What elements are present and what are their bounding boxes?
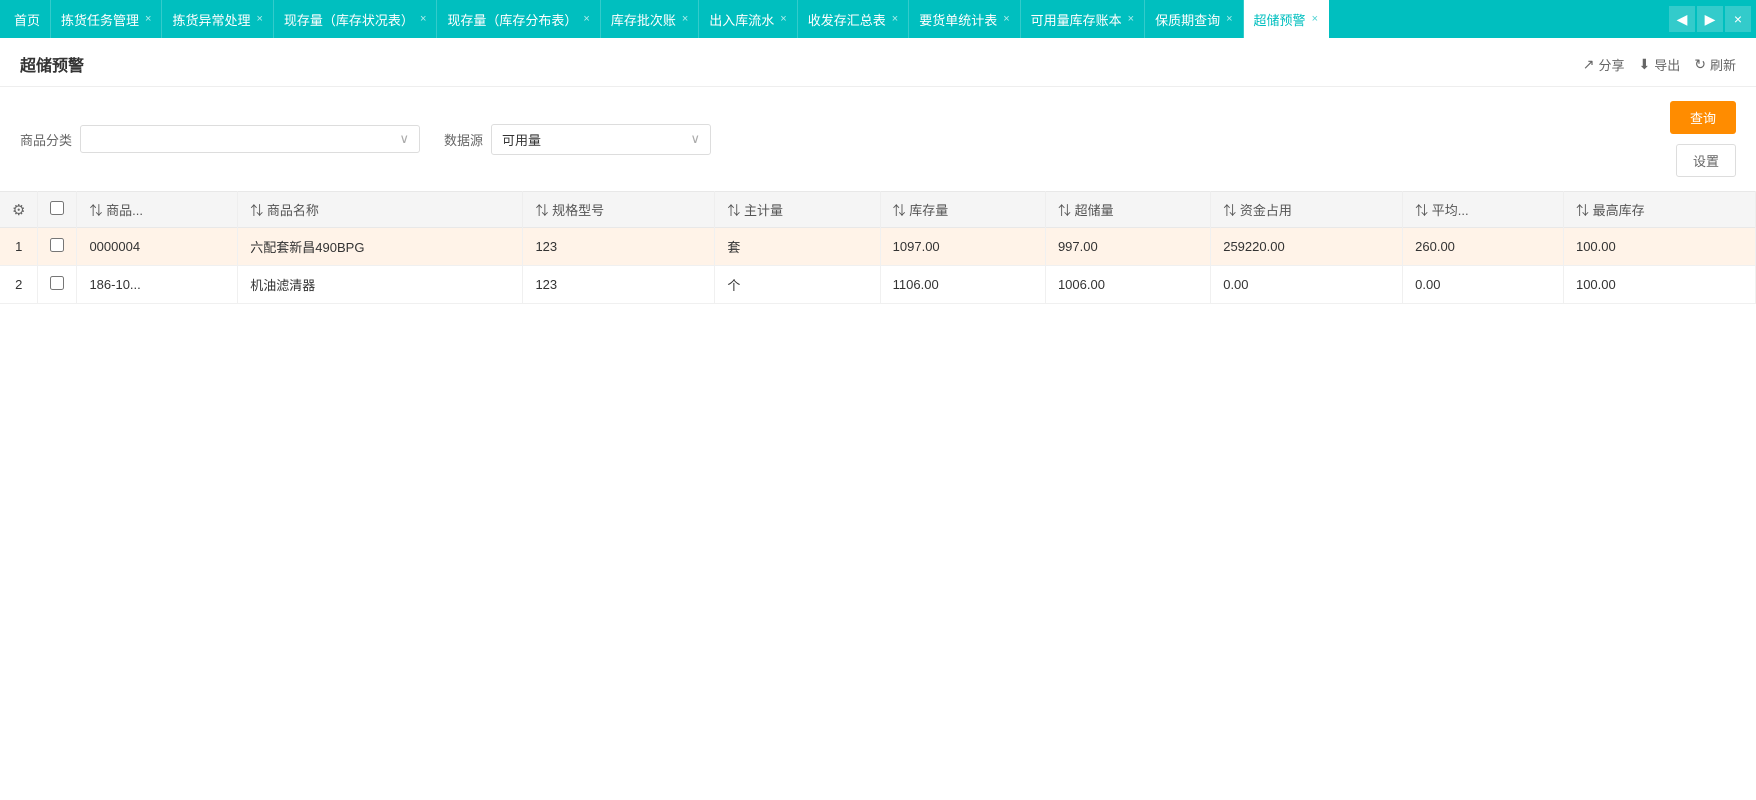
nav-stock-dist[interactable]: 现存量（库存分布表） × xyxy=(437,0,600,38)
row-capital: 0.00 xyxy=(1211,266,1403,304)
row-stock: 1106.00 xyxy=(880,266,1045,304)
nav-close-stock-dist[interactable]: × xyxy=(583,13,589,25)
row-num: 1 xyxy=(0,228,38,266)
nav-prev-btn[interactable]: ◀ xyxy=(1669,6,1695,32)
nav-inout-flow[interactable]: 出入库流水 × xyxy=(699,0,797,38)
query-button[interactable]: 查询 xyxy=(1670,101,1736,134)
row-spec: 123 xyxy=(523,266,715,304)
refresh-icon: ↻ xyxy=(1694,56,1706,73)
top-nav: 首页 拣货任务管理 × 拣货异常处理 × 现存量（库存状况表） × 现存量（库存… xyxy=(0,0,1756,38)
datasource-filter-item: 数据源 可用量 ∨ xyxy=(444,124,711,155)
share-button[interactable]: ↗ 分享 xyxy=(1583,55,1625,74)
filter-bar: 商品分类 ∨ 数据源 可用量 ∨ 查询 设置 xyxy=(0,87,1756,191)
category-filter-item: 商品分类 ∨ xyxy=(20,125,420,153)
table-wrap: ⚙ ⇅ 商品... ⇅ 商品名称 ⇅ 规格型号 xyxy=(0,191,1756,304)
col-stock[interactable]: ⇅ 库存量 xyxy=(880,192,1045,228)
nav-overstock-warning[interactable]: 超储预警 × xyxy=(1244,0,1329,38)
nav-next-btn[interactable]: ▶ xyxy=(1697,6,1723,32)
col-select-all xyxy=(38,192,77,228)
col-spec[interactable]: ⇅ 规格型号 xyxy=(523,192,715,228)
nav-home[interactable]: 首页 xyxy=(4,0,51,38)
row-unit: 个 xyxy=(715,266,880,304)
select-all-checkbox[interactable] xyxy=(50,201,64,215)
filter-buttons: 查询 设置 xyxy=(1670,101,1736,177)
data-table: ⚙ ⇅ 商品... ⇅ 商品名称 ⇅ 规格型号 xyxy=(0,191,1756,304)
datasource-chevron-icon: ∨ xyxy=(691,131,701,147)
nav-collect-summary[interactable]: 收发存汇总表 × xyxy=(798,0,909,38)
nav-close-overstock[interactable]: × xyxy=(1312,13,1318,25)
row-checkbox[interactable] xyxy=(50,238,64,252)
header-actions: ↗ 分享 ⬇ 导出 ↻ 刷新 xyxy=(1583,55,1736,74)
row-num: 2 xyxy=(0,266,38,304)
table-header-row: ⚙ ⇅ 商品... ⇅ 商品名称 ⇅ 规格型号 xyxy=(0,192,1756,228)
row-checkbox[interactable] xyxy=(50,276,64,290)
col-product-name[interactable]: ⇅ 商品名称 xyxy=(238,192,523,228)
row-product-name: 机油滤清器 xyxy=(238,266,523,304)
nav-demand-stat[interactable]: 要货单统计表 × xyxy=(909,0,1020,38)
row-avg: 0.00 xyxy=(1403,266,1564,304)
table-row: 1 0000004 六配套新昌490BPG 123 套 1097.00 997.… xyxy=(0,228,1756,266)
row-overstock: 997.00 xyxy=(1045,228,1210,266)
row-spec: 123 xyxy=(523,228,715,266)
nav-close-pick-task[interactable]: × xyxy=(145,13,151,25)
row-product-code: 186-10... xyxy=(77,266,238,304)
nav-close-inout-flow[interactable]: × xyxy=(780,13,786,25)
gear-icon[interactable]: ⚙ xyxy=(12,202,25,219)
nav-stock-status[interactable]: 现存量（库存状况表） × xyxy=(274,0,437,38)
datasource-label: 数据源 xyxy=(444,130,483,149)
row-capital: 259220.00 xyxy=(1211,228,1403,266)
table-row: 2 186-10... 机油滤清器 123 个 1106.00 1006.00 … xyxy=(0,266,1756,304)
refresh-button[interactable]: ↻ 刷新 xyxy=(1694,55,1736,74)
nav-pick-exception[interactable]: 拣货异常处理 × xyxy=(162,0,273,38)
page-header: 超储预警 ↗ 分享 ⬇ 导出 ↻ 刷新 xyxy=(0,38,1756,87)
col-product-code[interactable]: ⇅ 商品... xyxy=(77,192,238,228)
nav-close-pick-exception[interactable]: × xyxy=(256,13,262,25)
col-unit[interactable]: ⇅ 主计量 xyxy=(715,192,880,228)
nav-batch-ledger[interactable]: 库存批次账 × xyxy=(601,0,699,38)
share-icon: ↗ xyxy=(1583,56,1595,73)
row-product-code: 0000004 xyxy=(77,228,238,266)
col-gear: ⚙ xyxy=(0,192,38,228)
page-title: 超储预警 xyxy=(20,52,84,76)
nav-close-stock-status[interactable]: × xyxy=(420,13,426,25)
row-stock: 1097.00 xyxy=(880,228,1045,266)
category-chevron-icon: ∨ xyxy=(400,131,410,147)
row-overstock: 1006.00 xyxy=(1045,266,1210,304)
category-select[interactable]: ∨ xyxy=(80,125,420,153)
category-label: 商品分类 xyxy=(20,130,72,149)
nav-close-demand-stat[interactable]: × xyxy=(1003,13,1009,25)
datasource-select[interactable]: 可用量 ∨ xyxy=(491,124,711,155)
page-content: 超储预警 ↗ 分享 ⬇ 导出 ↻ 刷新 商品分类 ∨ 数据源 xyxy=(0,38,1756,800)
nav-close-expiry-query[interactable]: × xyxy=(1226,13,1232,25)
row-avg: 260.00 xyxy=(1403,228,1564,266)
table-body: 1 0000004 六配套新昌490BPG 123 套 1097.00 997.… xyxy=(0,228,1756,304)
nav-close-collect-summary[interactable]: × xyxy=(892,13,898,25)
row-product-name: 六配套新昌490BPG xyxy=(238,228,523,266)
nav-close-batch-ledger[interactable]: × xyxy=(682,13,688,25)
row-max-stock: 100.00 xyxy=(1563,266,1755,304)
export-button[interactable]: ⬇ 导出 xyxy=(1639,55,1681,74)
row-max-stock: 100.00 xyxy=(1563,228,1755,266)
col-max-stock[interactable]: ⇅ 最高库存 xyxy=(1563,192,1755,228)
nav-arrows: ◀ ▶ × xyxy=(1668,6,1752,32)
col-capital[interactable]: ⇅ 资金占用 xyxy=(1211,192,1403,228)
nav-close-available-ledger[interactable]: × xyxy=(1128,13,1134,25)
nav-expiry-query[interactable]: 保质期查询 × xyxy=(1145,0,1243,38)
nav-close-all-btn[interactable]: × xyxy=(1725,6,1751,32)
row-checkbox-cell[interactable] xyxy=(38,228,77,266)
datasource-value: 可用量 xyxy=(502,130,541,149)
col-overstock[interactable]: ⇅ 超储量 xyxy=(1045,192,1210,228)
row-unit: 套 xyxy=(715,228,880,266)
col-avg[interactable]: ⇅ 平均... xyxy=(1403,192,1564,228)
nav-available-ledger[interactable]: 可用量库存账本 × xyxy=(1021,0,1145,38)
settings-button[interactable]: 设置 xyxy=(1676,144,1736,177)
nav-pick-task[interactable]: 拣货任务管理 × xyxy=(51,0,162,38)
export-icon: ⬇ xyxy=(1639,56,1651,73)
row-checkbox-cell[interactable] xyxy=(38,266,77,304)
